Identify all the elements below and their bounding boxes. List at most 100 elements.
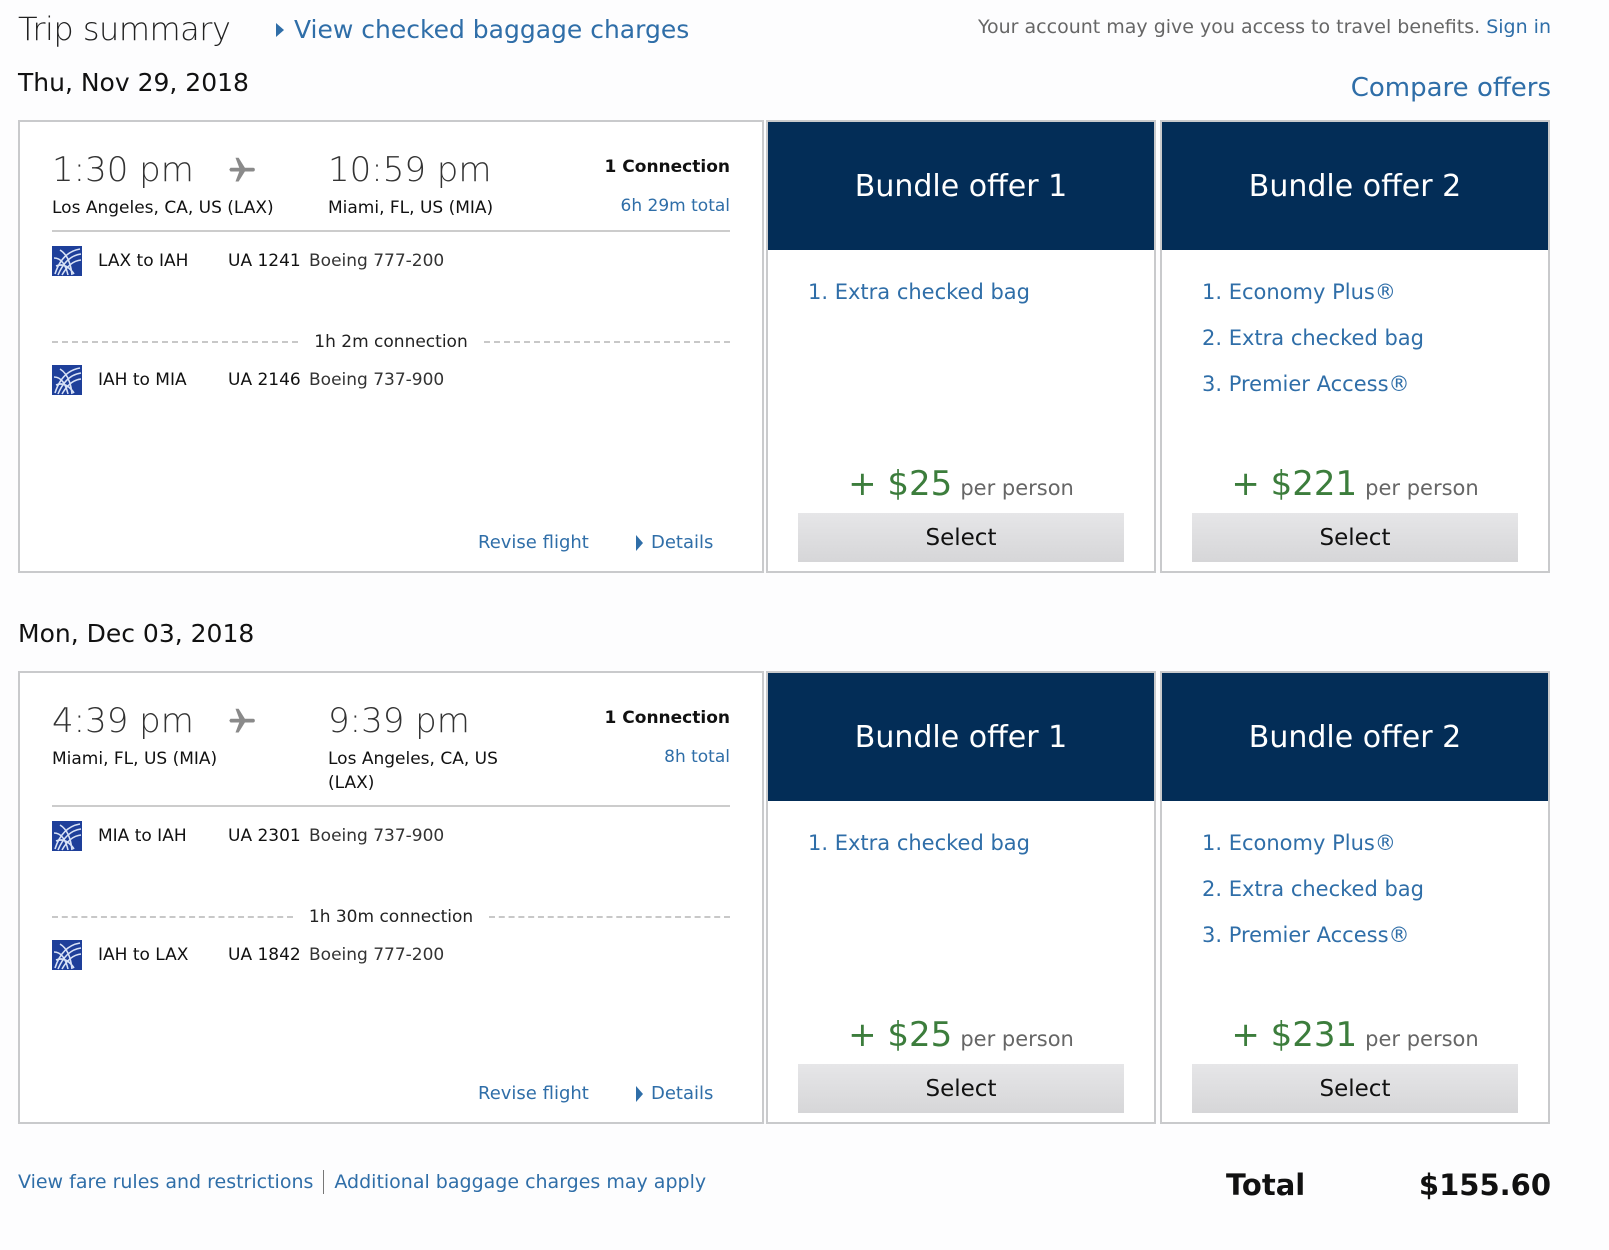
baggage-charges-link[interactable]: Additional baggage charges may apply: [334, 1171, 706, 1193]
bundle-price-unit: per person: [960, 1027, 1074, 1051]
details-link[interactable]: Details: [636, 1083, 713, 1104]
total-price: $155.60: [1418, 1168, 1551, 1202]
flight-number: UA 1241: [228, 251, 301, 271]
select-bundle-button[interactable]: Select: [1192, 1064, 1518, 1113]
details-label: Details: [651, 532, 714, 553]
bundle-item: 2. Extra checked bag: [1202, 326, 1425, 350]
layover-duration: 1h 2m connection: [314, 332, 468, 352]
bundle-item: 2. Extra checked bag: [1202, 877, 1425, 901]
dashed-divider: [489, 916, 731, 918]
details-link[interactable]: Details: [636, 532, 713, 553]
bundle-items-list: 1. Extra checked bag: [808, 280, 1030, 326]
revise-flight-link[interactable]: Revise flight: [478, 532, 589, 553]
airplane-icon: [229, 708, 255, 733]
connection-count: 1 Connection: [604, 157, 730, 177]
segment-route: MIA to IAH: [98, 826, 187, 846]
bundle-price-amount: + $25: [848, 1015, 953, 1055]
segment-route: LAX to IAH: [98, 251, 189, 271]
arrive-time: 9:39 pm: [328, 701, 470, 741]
bundle-price: + $221 per person: [1162, 464, 1548, 504]
flight-segment: IAH to LAX UA 1842 Boeing 777-200: [52, 940, 444, 970]
bundle-offer-title: Bundle offer 2: [1162, 673, 1548, 801]
page-title: Trip summary: [18, 10, 231, 48]
flight-segment: MIA to IAH UA 2301 Boeing 737-900: [52, 821, 444, 851]
sign-in-link[interactable]: Sign in: [1486, 16, 1551, 38]
segment-route: IAH to MIA: [98, 370, 187, 390]
bundle-price-unit: per person: [1365, 476, 1479, 500]
bundle-price: + $25 per person: [768, 1015, 1154, 1055]
bundle-offer-card: Bundle offer 2 1. Economy Plus® 2. Extra…: [1160, 120, 1550, 573]
total-label: Total: [1226, 1168, 1306, 1202]
bundle-item: 3. Premier Access®: [1202, 372, 1410, 396]
fare-rules-link[interactable]: View fare rules and restrictions: [18, 1171, 313, 1193]
bundle-items-list: 1. Extra checked bag: [808, 831, 1030, 877]
bundle-item: 1. Extra checked bag: [808, 831, 1031, 855]
flight-card: 4:39 pm 9:39 pm Miami, FL, US (MIA) Los …: [18, 671, 764, 1124]
account-message: Your account may give you access to trav…: [978, 16, 1551, 38]
depart-time: 4:39 pm: [52, 701, 194, 741]
dashed-divider: [52, 341, 299, 343]
flight-number: UA 2301: [228, 826, 301, 846]
flight-card: 1:30 pm 10:59 pm Los Angeles, CA, US (LA…: [18, 120, 764, 573]
aircraft-type: Boeing 777-200: [309, 945, 445, 965]
bundle-item: 1. Economy Plus®: [1202, 280, 1396, 304]
link-divider: [323, 1170, 325, 1194]
revise-flight-link[interactable]: Revise flight: [478, 1083, 589, 1104]
bundle-price: + $231 per person: [1162, 1015, 1548, 1055]
select-bundle-button[interactable]: Select: [1192, 513, 1518, 562]
trip-date: Thu, Nov 29, 2018: [18, 68, 249, 97]
bundle-price-amount: + $25: [848, 464, 953, 504]
footer-links: View fare rules and restrictions Additio…: [18, 1170, 706, 1194]
flight-number: UA 2146: [228, 370, 301, 390]
trip-date: Mon, Dec 03, 2018: [18, 619, 255, 648]
account-message-text: Your account may give you access to trav…: [977, 16, 1481, 38]
flight-segment: LAX to IAH UA 1241 Boeing 777-200: [52, 246, 444, 276]
dashed-divider: [483, 341, 731, 343]
united-globe-logo-icon: [52, 821, 82, 851]
bundle-offer-card: Bundle offer 1 1. Extra checked bag + $2…: [766, 671, 1156, 1124]
aircraft-type: Boeing 737-900: [309, 370, 445, 390]
origin-city: Los Angeles, CA, US (LAX): [52, 198, 274, 218]
arrive-time: 10:59 pm: [328, 150, 492, 190]
select-bundle-button[interactable]: Select: [798, 1064, 1124, 1113]
select-bundle-button[interactable]: Select: [798, 513, 1124, 562]
destination-city: Los Angeles, CA, US (LAX): [328, 749, 498, 793]
bundle-price-unit: per person: [1365, 1027, 1479, 1051]
caret-right-icon: [636, 534, 643, 551]
bundle-price-unit: per person: [960, 476, 1074, 500]
divider: [52, 805, 730, 807]
segment-route: IAH to LAX: [98, 945, 189, 965]
layover-duration: 1h 30m connection: [308, 907, 474, 927]
caret-right-icon: [636, 1085, 643, 1102]
connection-count: 1 Connection: [604, 708, 730, 728]
bundle-item: 1. Economy Plus®: [1202, 831, 1396, 855]
depart-time: 1:30 pm: [52, 150, 194, 190]
bundle-item: 1. Extra checked bag: [808, 280, 1031, 304]
compare-offers-link[interactable]: Compare offers: [1351, 73, 1551, 103]
flight-segment: IAH to MIA UA 2146 Boeing 737-900: [52, 365, 444, 395]
bundle-offer-title: Bundle offer 2: [1162, 122, 1548, 250]
bundle-items-list: 1. Economy Plus® 2. Extra checked bag 3.…: [1202, 280, 1424, 418]
view-baggage-charges-link[interactable]: View checked baggage charges: [276, 15, 689, 44]
details-label: Details: [651, 1083, 714, 1104]
airplane-icon: [229, 157, 255, 182]
bundle-price-amount: + $221: [1231, 464, 1358, 504]
flight-number: UA 1842: [228, 945, 301, 965]
bundle-items-list: 1. Economy Plus® 2. Extra checked bag 3.…: [1202, 831, 1424, 969]
divider: [52, 230, 730, 232]
united-globe-logo-icon: [52, 246, 82, 276]
origin-city: Miami, FL, US (MIA): [52, 749, 218, 769]
view-baggage-charges-label: View checked baggage charges: [294, 15, 690, 44]
layover-row: 1h 30m connection: [52, 907, 731, 927]
dashed-divider: [52, 916, 293, 918]
total-duration: 6h 29m total: [620, 196, 730, 216]
bundle-offer-title: Bundle offer 1: [768, 122, 1154, 250]
aircraft-type: Boeing 777-200: [309, 251, 445, 271]
caret-right-icon: [276, 22, 284, 37]
bundle-offer-title: Bundle offer 1: [768, 673, 1154, 801]
destination-city: Miami, FL, US (MIA): [328, 198, 494, 218]
layover-row: 1h 2m connection: [52, 332, 731, 352]
bundle-offer-card: Bundle offer 1 1. Extra checked bag + $2…: [766, 120, 1156, 573]
united-globe-logo-icon: [52, 940, 82, 970]
bundle-offer-card: Bundle offer 2 1. Economy Plus® 2. Extra…: [1160, 671, 1550, 1124]
